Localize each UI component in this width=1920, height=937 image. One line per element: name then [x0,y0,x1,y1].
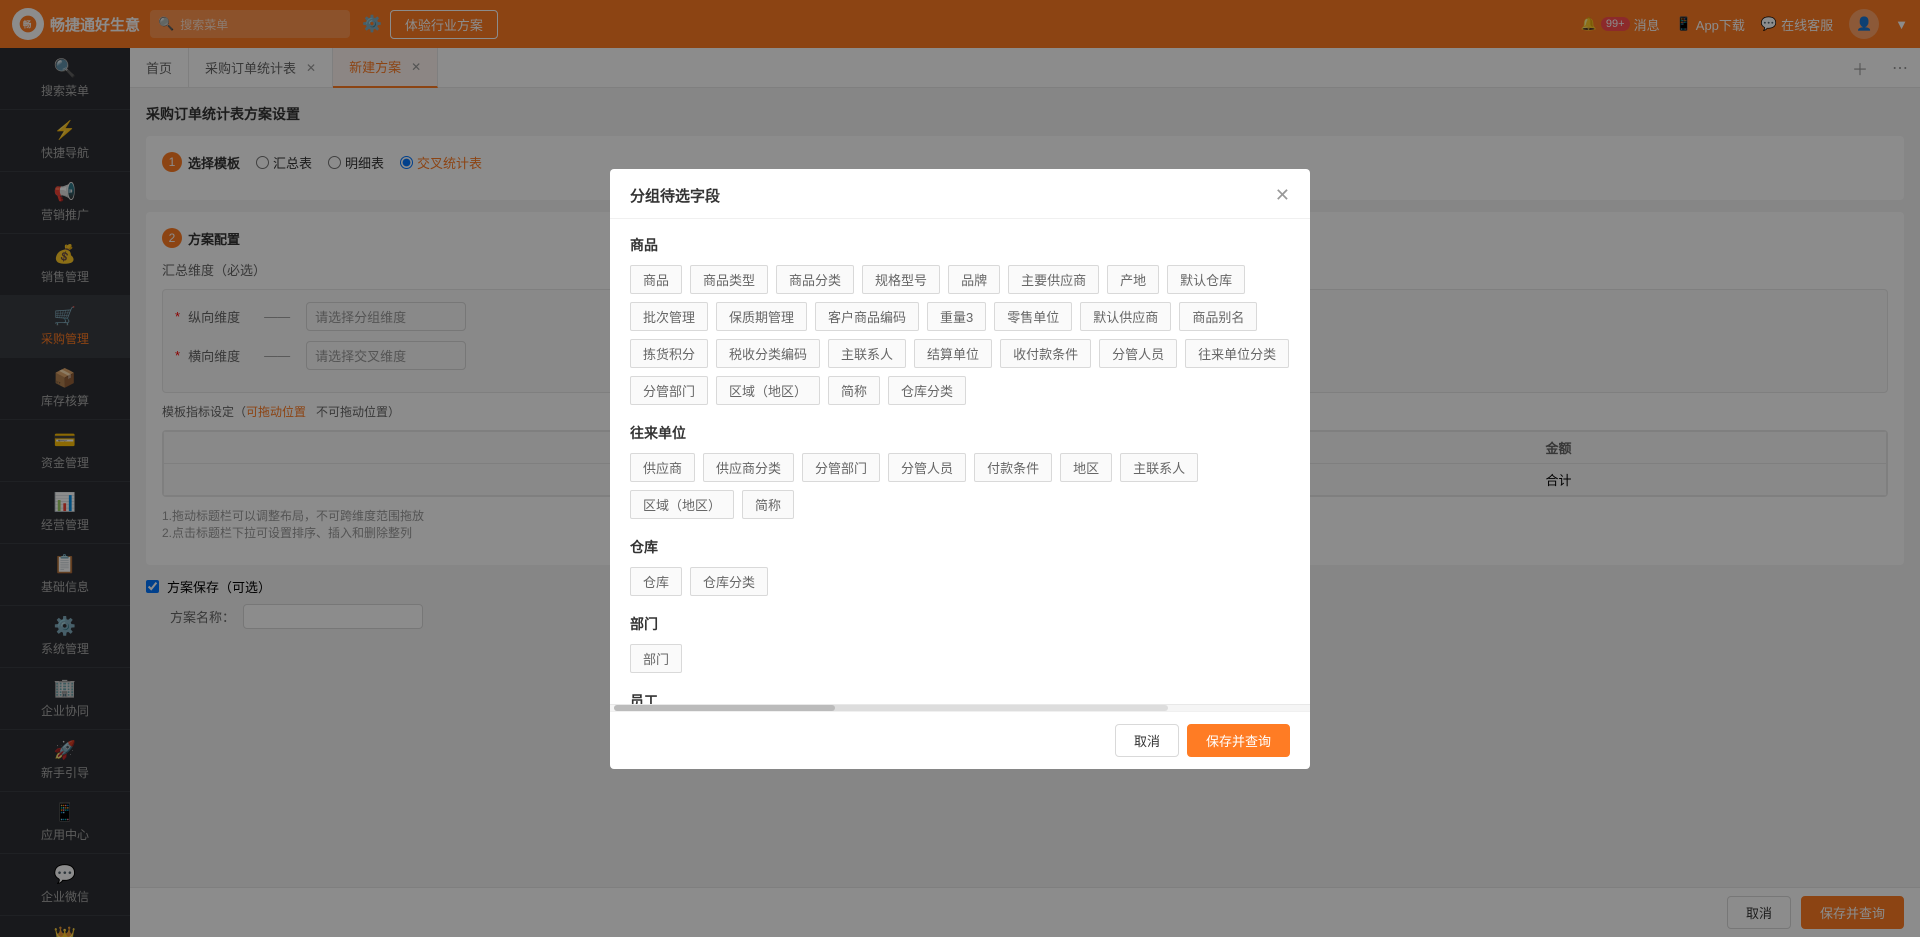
warehouse-field-tags: 仓库 仓库分类 [630,567,1290,596]
modal-dialog: 分组待选字段 ✕ 商品 商品 商品类型 商品分类 规格型号 品牌 主要供应商 产… [610,169,1310,769]
section-goods-title: 商品 [630,235,1290,255]
modal-close-button[interactable]: ✕ [1275,185,1290,206]
section-department: 部门 部门 [630,614,1290,673]
field-tag-quality-mgmt[interactable]: 保质期管理 [716,302,807,331]
field-tag-supplier[interactable]: 供应商 [630,453,695,482]
modal-cancel-button[interactable]: 取消 [1115,724,1179,757]
modal-confirm-button[interactable]: 保存并查询 [1187,724,1290,757]
goods-field-tags: 商品 商品类型 商品分类 规格型号 品牌 主要供应商 产地 默认仓库 批次管理 … [630,265,1290,405]
section-partner: 往来单位 供应商 供应商分类 分管部门 分管人员 付款条件 地区 主联系人 区域… [630,423,1290,519]
department-field-tags: 部门 [630,644,1290,673]
field-tag-default-warehouse[interactable]: 默认仓库 [1167,265,1245,294]
field-tag-goods[interactable]: 商品 [630,265,682,294]
modal-overlay: 分组待选字段 ✕ 商品 商品 商品类型 商品分类 规格型号 品牌 主要供应商 产… [0,0,1920,937]
field-tag-goods-alias[interactable]: 商品别名 [1179,302,1257,331]
field-tag-supplier-cat[interactable]: 供应商分类 [703,453,794,482]
section-dept-title: 部门 [630,614,1290,634]
field-tag-wh-category[interactable]: 仓库分类 [888,376,966,405]
section-staff-title: 员工 [630,691,1290,704]
field-tag-main-supplier[interactable]: 主要供应商 [1008,265,1099,294]
modal-header: 分组待选字段 ✕ [610,169,1310,219]
field-tag-goods-type[interactable]: 商品类型 [690,265,768,294]
section-partner-title: 往来单位 [630,423,1290,443]
field-tag-brand[interactable]: 品牌 [948,265,1000,294]
field-tag-short-name[interactable]: 简称 [828,376,880,405]
field-tag-customer-code[interactable]: 客户商品编码 [815,302,919,331]
field-tag-origin[interactable]: 产地 [1107,265,1159,294]
field-tag-tax-code[interactable]: 税收分类编码 [716,339,820,368]
field-tag-default-supplier[interactable]: 默认供应商 [1080,302,1171,331]
field-tag-partner-category[interactable]: 往来单位分类 [1185,339,1289,368]
modal-footer: 取消 保存并查询 [610,711,1310,769]
section-staff: 员工 业务员 [630,691,1290,704]
field-tag-warehouse-cat[interactable]: 仓库分类 [690,567,768,596]
field-tag-spec-model[interactable]: 规格型号 [862,265,940,294]
section-warehouse: 仓库 仓库 仓库分类 [630,537,1290,596]
partner-field-tags: 供应商 供应商分类 分管部门 分管人员 付款条件 地区 主联系人 区域（地区） … [630,453,1290,519]
field-tag-goods-category[interactable]: 商品分类 [776,265,854,294]
field-tag-dept[interactable]: 分管部门 [630,376,708,405]
field-tag-area[interactable]: 地区 [1060,453,1112,482]
section-warehouse-title: 仓库 [630,537,1290,557]
modal-title: 分组待选字段 [630,185,720,206]
field-tag-payment-terms[interactable]: 收付款条件 [1000,339,1091,368]
modal-body: 商品 商品 商品类型 商品分类 规格型号 品牌 主要供应商 产地 默认仓库 批次… [610,219,1310,704]
hscroll-thumb[interactable] [614,705,835,711]
field-tag-supervisor2[interactable]: 分管人员 [888,453,966,482]
section-goods: 商品 商品 商品类型 商品分类 规格型号 品牌 主要供应商 产地 默认仓库 批次… [630,235,1290,405]
field-tag-settle-unit[interactable]: 结算单位 [914,339,992,368]
field-tag-region2[interactable]: 区域（地区） [630,490,734,519]
field-tag-payment-cond[interactable]: 付款条件 [974,453,1052,482]
field-tag-warehouse[interactable]: 仓库 [630,567,682,596]
field-tag-short-name2[interactable]: 简称 [742,490,794,519]
field-tag-batch-mgmt[interactable]: 批次管理 [630,302,708,331]
field-tag-supervisor[interactable]: 分管人员 [1099,339,1177,368]
modal-hscroll [610,704,1310,711]
field-tag-pick-score[interactable]: 拣货积分 [630,339,708,368]
field-tag-retail-unit[interactable]: 零售单位 [994,302,1072,331]
field-tag-main-contact2[interactable]: 主联系人 [1120,453,1198,482]
field-tag-region[interactable]: 区域（地区） [716,376,820,405]
field-tag-department[interactable]: 部门 [630,644,682,673]
field-tag-dept2[interactable]: 分管部门 [802,453,880,482]
field-tag-main-contact[interactable]: 主联系人 [828,339,906,368]
field-tag-weight3[interactable]: 重量3 [927,302,986,331]
